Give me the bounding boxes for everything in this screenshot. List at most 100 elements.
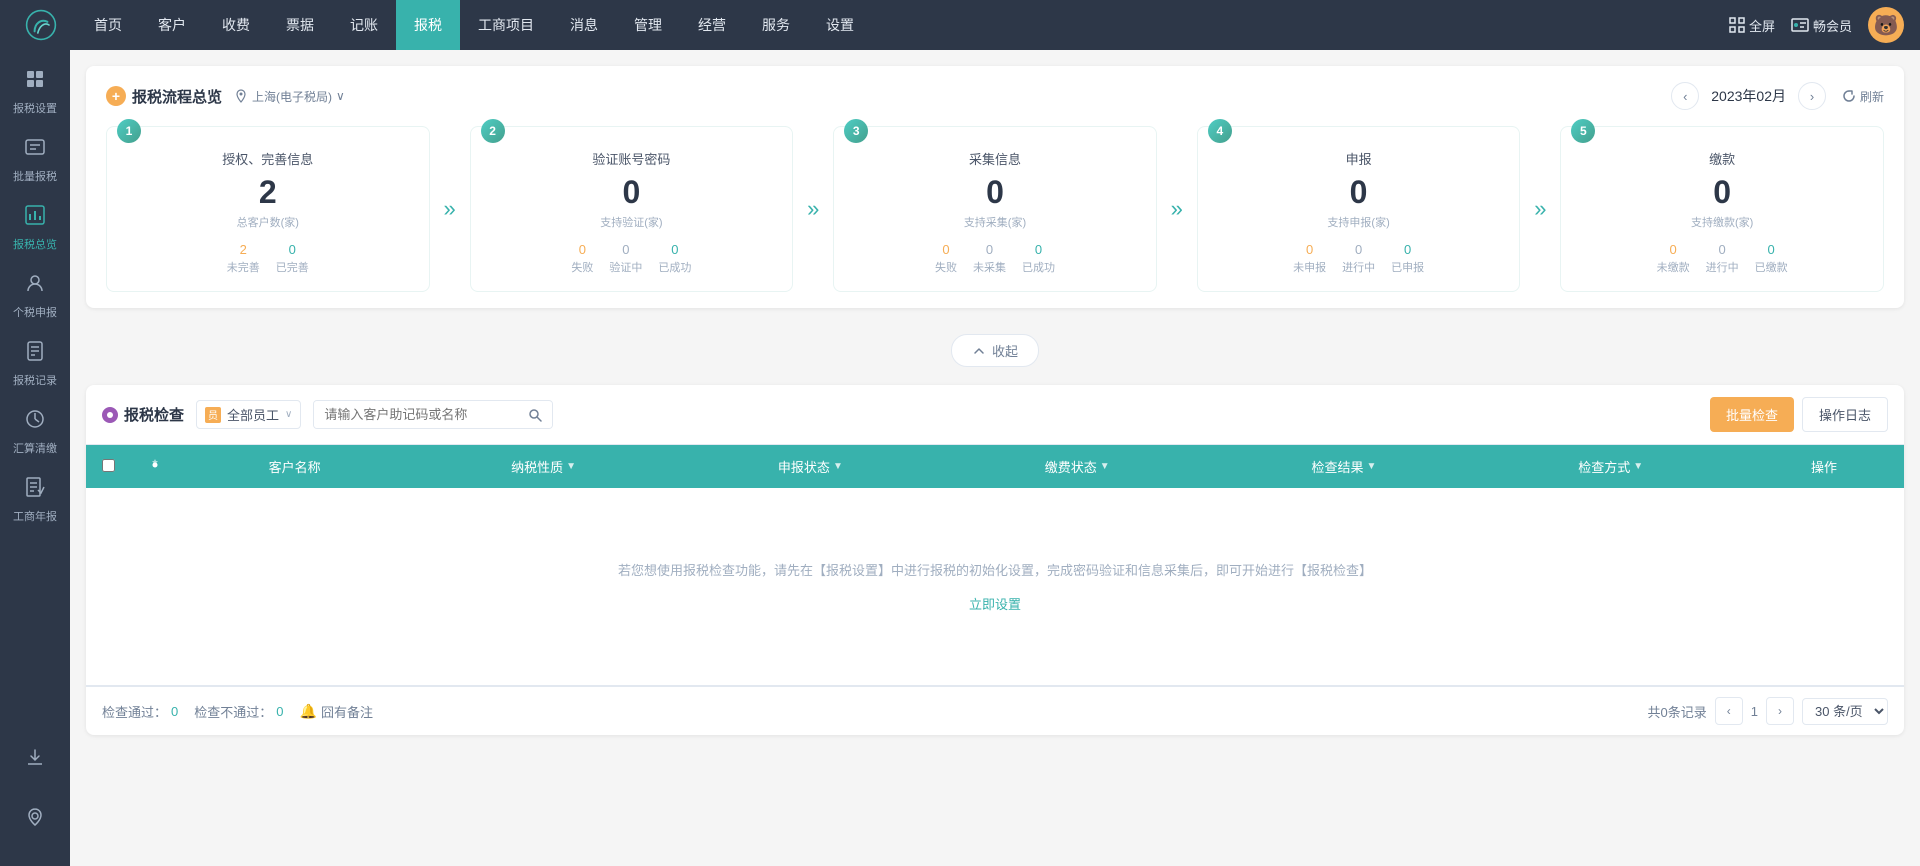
step-title-1: 授权、完善信息 <box>222 149 313 168</box>
prev-page-button[interactable]: ‹ <box>1715 697 1743 725</box>
employee-chevron-icon: ∨ <box>285 409 292 420</box>
nav-item-message[interactable]: 消息 <box>552 0 616 50</box>
stat-value-unpaid-5: 0 <box>1670 242 1677 257</box>
prev-month-button[interactable]: ‹ <box>1671 82 1699 110</box>
payment-status-filter[interactable]: 缴费状态 ▼ <box>1045 457 1110 476</box>
stat-value-filed-4: 0 <box>1404 242 1411 257</box>
empty-message: 若您想使用报税检查功能，请先在【报税设置】中进行报税的初始化设置，完成密码验证和… <box>102 500 1888 673</box>
location-icon <box>25 807 45 833</box>
filter-icon-4: ▼ <box>1366 461 1376 472</box>
employee-filter[interactable]: 员 全部员工 ∨ <box>196 400 301 429</box>
nav-item-home[interactable]: 首页 <box>76 0 140 50</box>
sidebar-item-location[interactable] <box>0 790 70 850</box>
payment-status-header[interactable]: 缴费状态 ▼ <box>944 445 1211 488</box>
step-stats-2: 0 失败 0 验证中 0 已成功 <box>571 242 691 275</box>
tax-type-header[interactable]: 纳税性质 ▼ <box>410 445 677 488</box>
step-subtitle-5: 支持缴款(家) <box>1691 214 1753 230</box>
next-page-button[interactable]: › <box>1766 697 1794 725</box>
user-avatar[interactable]: 🐻 <box>1868 7 1904 43</box>
section-title: 报税检查 <box>102 404 184 425</box>
member-label: 畅会员 <box>1813 16 1852 35</box>
nav-item-settings[interactable]: 设置 <box>808 0 872 50</box>
card-title: + 报税流程总览 <box>106 86 222 107</box>
filter-icon-5: ▼ <box>1633 461 1643 472</box>
nav-item-operation[interactable]: 经营 <box>680 0 744 50</box>
sidebar-item-annual-report[interactable]: 工商年报 <box>0 466 70 534</box>
nav-item-tax[interactable]: 报税 <box>396 0 460 50</box>
tax-type-filter[interactable]: 纳税性质 ▼ <box>511 457 576 476</box>
setup-link[interactable]: 立即设置 <box>969 597 1021 612</box>
filing-status-header[interactable]: 申报状态 ▼ <box>677 445 944 488</box>
table-head: 客户名称 纳税性质 ▼ 申报状态 <box>86 445 1904 488</box>
checkbox-header <box>86 445 131 488</box>
next-month-button[interactable]: › <box>1798 82 1826 110</box>
sidebar-label-individual-tax: 个税申报 <box>13 304 57 320</box>
sidebar-item-batch-tax[interactable]: 批量报税 <box>0 126 70 194</box>
nav-item-invoice[interactable]: 票据 <box>268 0 332 50</box>
nav-item-accounting[interactable]: 记账 <box>332 0 396 50</box>
stat-filled: 0 已完善 <box>276 242 309 275</box>
nav-item-fee[interactable]: 收费 <box>204 0 268 50</box>
step-card-4: 4 申报 0 支持申报(家) 0 未申报 0 进行中 <box>1197 126 1521 292</box>
stat-label-unfilled: 未完善 <box>227 259 260 275</box>
check-method-header[interactable]: 检查方式 ▼ <box>1477 445 1744 488</box>
stat-filed-4: 0 已申报 <box>1391 242 1424 275</box>
stat-label-filed-4: 已申报 <box>1391 259 1424 275</box>
sidebar-item-individual-tax[interactable]: 个税申报 <box>0 262 70 330</box>
data-table: 客户名称 纳税性质 ▼ 申报状态 <box>86 445 1904 686</box>
sidebar-item-download[interactable] <box>0 730 70 790</box>
check-result-header[interactable]: 检查结果 ▼ <box>1211 445 1478 488</box>
step-number-4: 4 <box>1208 119 1232 143</box>
search-button[interactable] <box>518 402 552 428</box>
step-number-3: 3 <box>844 119 868 143</box>
page-size-select[interactable]: 30 条/页 <box>1802 698 1888 725</box>
logo[interactable] <box>16 0 66 50</box>
nav-item-manage[interactable]: 管理 <box>616 0 680 50</box>
section-dot <box>102 407 118 423</box>
fullscreen-button[interactable]: 全屏 <box>1729 16 1775 35</box>
check-result-filter[interactable]: 检查结果 ▼ <box>1311 457 1376 476</box>
step-arrow-3: » <box>1157 126 1197 292</box>
location-badge[interactable]: 上海(电子税局) ∨ <box>234 88 345 105</box>
note-icon: 🔔 <box>300 703 317 720</box>
stat-inprogress-4: 0 进行中 <box>1342 242 1375 275</box>
stat-value-success-2: 0 <box>671 242 678 257</box>
fail-badge: 检查不通过： 0 <box>194 702 283 721</box>
filing-status-filter[interactable]: 申报状态 ▼ <box>778 457 843 476</box>
fail-label: 检查不通过： <box>194 702 272 721</box>
collapse-row: 收起 <box>86 324 1904 377</box>
collapse-button[interactable]: 收起 <box>951 334 1039 367</box>
fail-value[interactable]: 0 <box>276 704 283 719</box>
nav-item-bizproject[interactable]: 工商项目 <box>460 0 552 50</box>
main-nav: 首页 客户 收费 票据 记账 报税 工商项目 消息 管理 经营 服务 设置 <box>76 0 1729 50</box>
search-input[interactable] <box>314 401 518 428</box>
check-method-filter[interactable]: 检查方式 ▼ <box>1578 457 1643 476</box>
step-stats-3: 0 失败 0 未采集 0 已成功 <box>935 242 1055 275</box>
sidebar-item-annual-settlement[interactable]: 汇算清缴 <box>0 398 70 466</box>
right-actions: 批量检查 操作日志 <box>1710 397 1888 432</box>
operation-log-button[interactable]: 操作日志 <box>1802 397 1888 432</box>
sidebar-item-tax-settings[interactable]: 报税设置 <box>0 58 70 126</box>
pagination: 共0条记录 ‹ 1 › 30 条/页 <box>1648 697 1888 725</box>
nav-item-customer[interactable]: 客户 <box>140 0 204 50</box>
step-arrow-1: » <box>430 126 470 292</box>
filter-icon-1: ▼ <box>566 461 576 472</box>
arrow-right-icon-3: » <box>1171 196 1183 222</box>
select-all-checkbox[interactable] <box>102 459 115 472</box>
chevron-down-icon: ∨ <box>336 89 345 103</box>
stat-label-paid-5: 已缴款 <box>1755 259 1788 275</box>
filter-icon-2: ▼ <box>833 461 843 472</box>
month-display: 2023年02月 <box>1711 86 1786 106</box>
sidebar-label-tax-record: 报税记录 <box>13 372 57 388</box>
card-title-icon: + <box>106 86 126 106</box>
customer-name-header[interactable]: 客户名称 <box>179 445 410 488</box>
customer-name-filter[interactable]: 客户名称 <box>269 457 321 476</box>
nav-item-service[interactable]: 服务 <box>744 0 808 50</box>
batch-check-button[interactable]: 批量检查 <box>1710 397 1794 432</box>
refresh-button[interactable]: 刷新 <box>1842 88 1884 105</box>
sidebar-item-tax-overview[interactable]: 报税总览 <box>0 194 70 262</box>
sidebar-item-tax-record[interactable]: 报税记录 <box>0 330 70 398</box>
pass-value[interactable]: 0 <box>171 704 178 719</box>
member-button[interactable]: 畅会员 <box>1791 16 1852 35</box>
location-pin-icon <box>234 89 248 103</box>
